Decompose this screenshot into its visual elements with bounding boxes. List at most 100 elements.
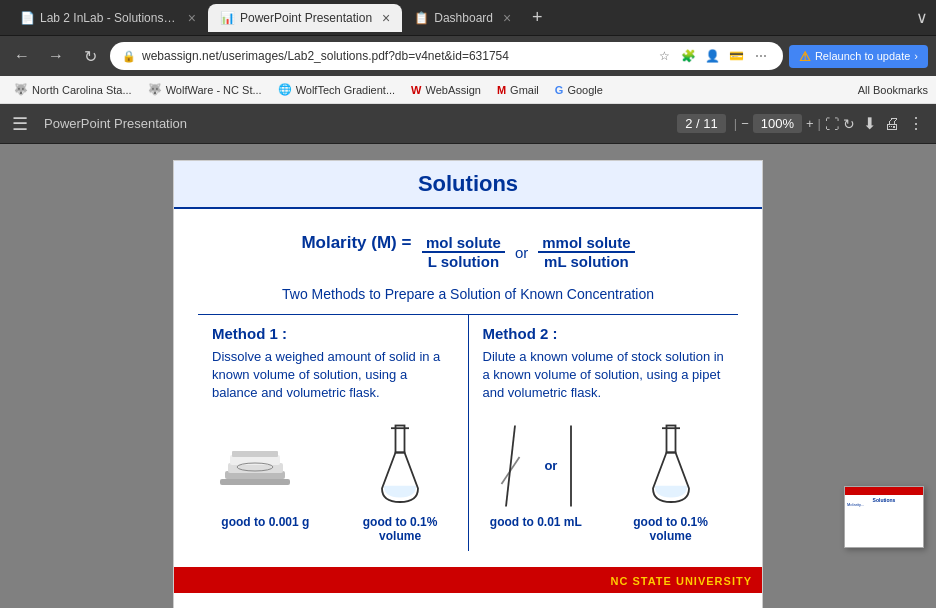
slide: Solutions Molarity (M) = mol solute L so… <box>173 160 763 608</box>
page-thumbnail[interactable]: Solutions Molarity... <box>844 486 924 548</box>
wolftech-favicon: 🌐 <box>278 83 292 96</box>
molarity-label: Molarity (M) = <box>301 233 411 252</box>
svg-rect-6 <box>396 425 405 452</box>
url-bar[interactable]: 🔒 webassign.net/userimages/Lab2_solution… <box>110 42 783 70</box>
bookmark-webassign[interactable]: W WebAssign <box>405 82 487 98</box>
gmail-label: Gmail <box>510 84 539 96</box>
print-button[interactable]: 🖨 <box>884 115 900 133</box>
tab-lab2-favicon: 📄 <box>20 11 34 25</box>
wolfware-favicon: 🐺 <box>148 83 162 96</box>
more-tools-icon[interactable]: ⋯ <box>751 46 771 66</box>
method-images: good to 0.001 g good to 0.1% volume <box>198 413 738 551</box>
method1-description: Dissolve a weighed amount of solid in a … <box>212 348 454 403</box>
tab-lab2[interactable]: 📄 Lab 2 InLab - Solutions and S... × <box>8 4 208 32</box>
balance-svg <box>220 421 310 511</box>
bookmark-star-icon[interactable]: ☆ <box>655 46 675 66</box>
content-area: Solutions Molarity (M) = mol solute L so… <box>0 144 936 608</box>
download-button[interactable]: ⬇ <box>863 114 876 133</box>
bookmark-wolfware[interactable]: 🐺 WolfWare - NC St... <box>142 81 268 98</box>
method2-title: Method 2 : <box>483 325 725 342</box>
methods-intro-text: Two Methods to Prepare a Solution of Kno… <box>198 286 738 302</box>
fraction2-numerator: mmol solute <box>538 234 634 253</box>
relaunch-button[interactable]: ⚠ Relaunch to update › <box>789 45 928 68</box>
nc-state-label: North Carolina Sta... <box>32 84 132 96</box>
lock-icon: 🔒 <box>122 50 136 63</box>
bookmarks-bar: 🐺 North Carolina Sta... 🐺 WolfWare - NC … <box>0 76 936 104</box>
flask2-svg <box>641 421 701 511</box>
zoom-separator: | <box>734 116 737 131</box>
google-label: Google <box>567 84 602 96</box>
total-pages: 11 <box>703 116 717 131</box>
toolbar-menu-button[interactable]: ☰ <box>12 113 28 135</box>
or-pipet-text: or <box>544 458 557 473</box>
tab-powerpoint[interactable]: 📊 PowerPoint Presentation × <box>208 4 402 32</box>
method1-title: Method 1 : <box>212 325 454 342</box>
zoom-separator2: | <box>818 116 821 131</box>
tab-expand-button[interactable]: ∨ <box>916 8 928 27</box>
flask1-svg <box>370 421 430 511</box>
footer-university: UNIVERSITY <box>676 575 752 587</box>
fullscreen-button[interactable]: ⛶ <box>825 116 839 132</box>
slide-title: Solutions <box>184 171 752 197</box>
fraction1-denominator: L solution <box>424 253 503 270</box>
flask1-label: good to 0.1% volume <box>341 515 460 543</box>
tab-powerpoint-close[interactable]: × <box>382 10 390 26</box>
slide-header: Solutions <box>174 161 762 209</box>
slide-footer: NC STATE UNIVERSITY <box>174 567 762 593</box>
flask2-label: good to 0.1% volume <box>611 515 730 543</box>
tab-lab2-label: Lab 2 InLab - Solutions and S... <box>40 11 178 25</box>
svg-rect-4 <box>220 479 290 485</box>
all-bookmarks-button[interactable]: All Bookmarks <box>858 84 928 96</box>
tab-dashboard-favicon: 📋 <box>414 11 428 25</box>
new-tab-button[interactable]: + <box>523 4 551 32</box>
toolbar-right-actions: ⬇ 🖨 ⋮ <box>863 114 924 133</box>
balance-group: good to 0.001 g <box>198 413 333 551</box>
bookmark-nc-state[interactable]: 🐺 North Carolina Sta... <box>8 81 138 98</box>
rotate-button[interactable]: ↻ <box>843 116 855 132</box>
wolftech-label: WolfTech Gradient... <box>296 84 395 96</box>
back-button[interactable]: ← <box>8 42 36 70</box>
slide-body: Molarity (M) = mol solute L solution or … <box>174 209 762 567</box>
tab-dashboard[interactable]: 📋 Dashboard × <box>402 4 523 32</box>
molarity-section: Molarity (M) = mol solute L solution or … <box>198 233 738 270</box>
bookmark-gmail[interactable]: M Gmail <box>491 82 545 98</box>
webassign-favicon: W <box>411 84 421 96</box>
svg-rect-11 <box>666 425 675 452</box>
warning-icon: ⚠ <box>799 49 811 64</box>
method2-description: Dilute a known volume of stock solution … <box>483 348 725 403</box>
webassign-label: WebAssign <box>425 84 480 96</box>
reload-button[interactable]: ↻ <box>76 42 104 70</box>
extensions-icon[interactable]: 🧩 <box>679 46 699 66</box>
footer-nc-state: NC STATE <box>611 575 672 587</box>
methods-container: Method 1 : Dissolve a weighed amount of … <box>198 314 738 413</box>
pipet-group: or good to 0.01 mL <box>469 413 604 551</box>
bookmark-google[interactable]: G Google <box>549 82 609 98</box>
or-text: or <box>515 244 528 261</box>
zoom-controls: | − 100% + | ⛶ ↻ <box>734 114 855 133</box>
pipet1-svg <box>490 421 540 511</box>
profile-icon[interactable]: 👤 <box>703 46 723 66</box>
fraction1: mol solute L solution <box>422 234 505 270</box>
wallet-icon[interactable]: 💳 <box>727 46 747 66</box>
fraction2-denominator: mL solution <box>540 253 633 270</box>
footer-text: NC STATE UNIVERSITY <box>611 575 752 587</box>
tab-dashboard-label: Dashboard <box>434 11 493 25</box>
pipet2-svg <box>561 421 581 511</box>
viewer-toolbar: ☰ PowerPoint Presentation 2 / 11 | − 100… <box>0 104 936 144</box>
more-options-button[interactable]: ⋮ <box>908 114 924 133</box>
url-text: webassign.net/userimages/Lab2_solutions.… <box>142 49 649 63</box>
flask2-group: good to 0.1% volume <box>603 413 738 551</box>
tab-lab2-close[interactable]: × <box>188 10 196 26</box>
fraction1-numerator: mol solute <box>422 234 505 253</box>
relaunch-arrow-icon: › <box>914 50 918 62</box>
balance-label: good to 0.001 g <box>221 515 309 529</box>
bookmark-wolftech[interactable]: 🌐 WolfTech Gradient... <box>272 81 401 98</box>
zoom-plus-button[interactable]: + <box>806 116 814 131</box>
tab-dashboard-close[interactable]: × <box>503 10 511 26</box>
tab-powerpoint-label: PowerPoint Presentation <box>240 11 372 25</box>
forward-button[interactable]: → <box>42 42 70 70</box>
zoom-value[interactable]: 100% <box>753 114 802 133</box>
zoom-minus-button[interactable]: − <box>741 116 749 131</box>
current-page[interactable]: 2 <box>685 116 692 131</box>
page-number-display: 2 / 11 <box>677 114 726 133</box>
